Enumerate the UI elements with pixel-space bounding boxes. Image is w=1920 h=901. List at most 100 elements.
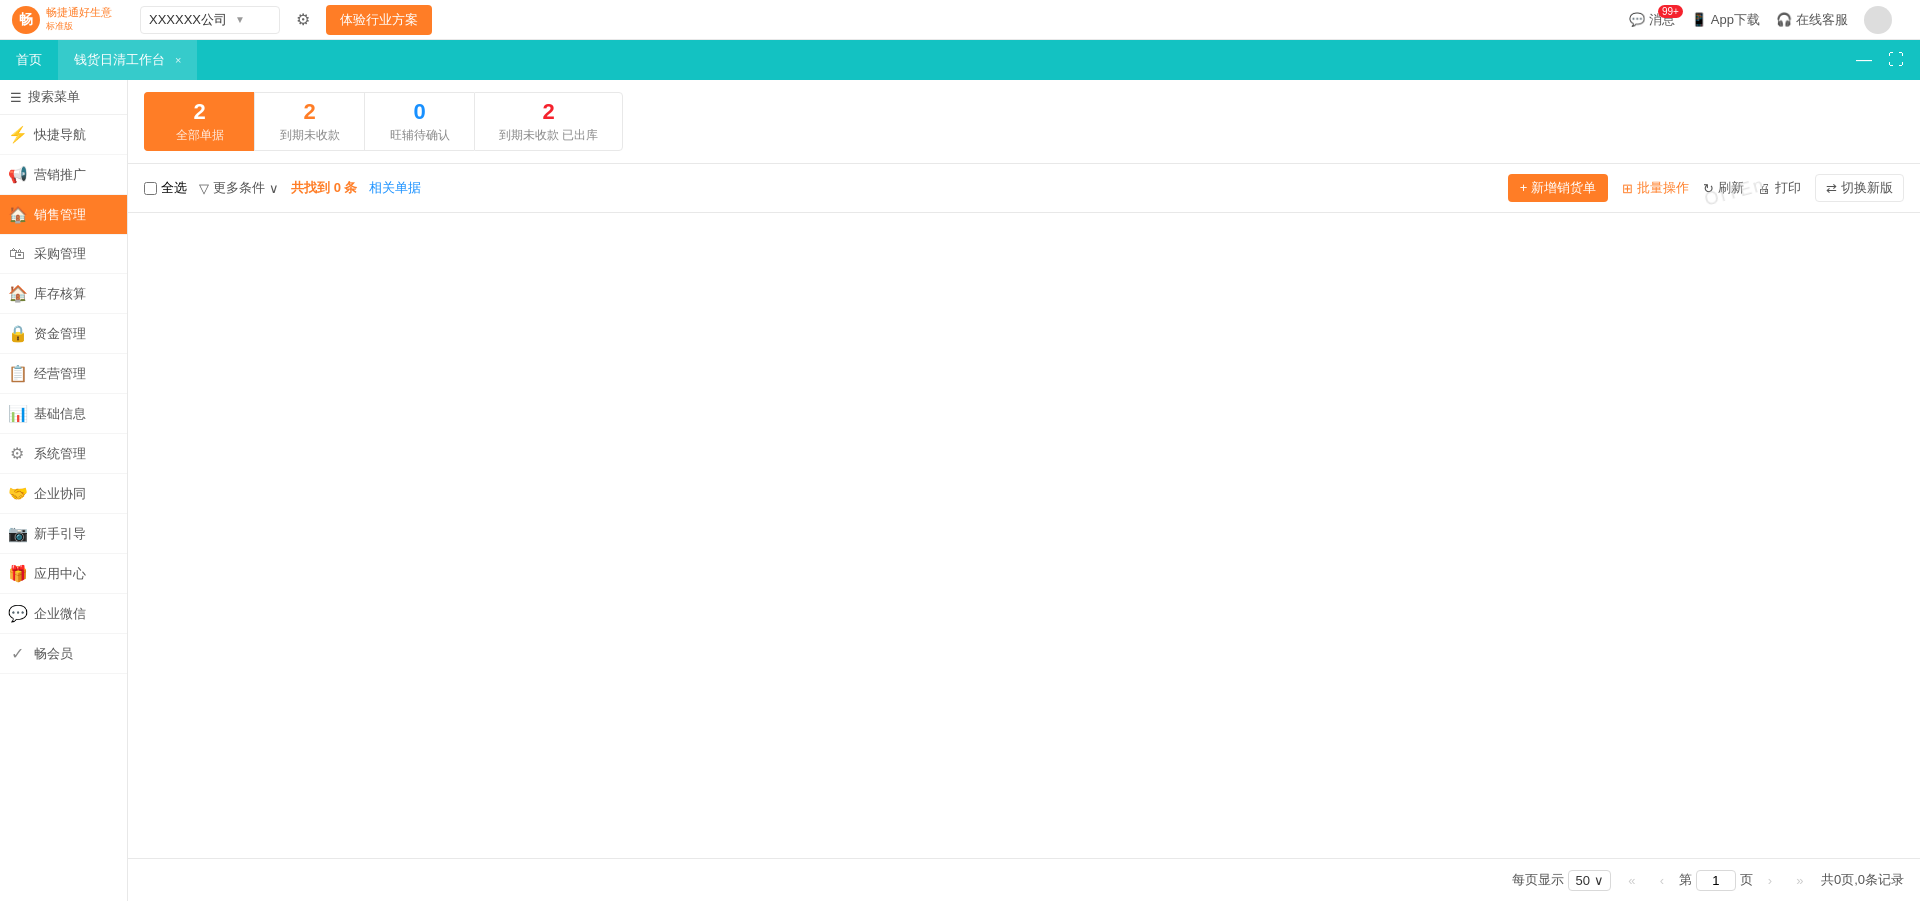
trial-button[interactable]: 体验行业方案	[326, 5, 432, 35]
newbie-label: 新手引导	[34, 525, 86, 543]
sidebar-item-wechat[interactable]: 💬 企业微信	[0, 594, 127, 634]
message-button[interactable]: 💬 消息 99+	[1629, 11, 1675, 29]
per-page-arrow-icon: ∨	[1594, 873, 1604, 888]
batch-icon: ⊞	[1622, 181, 1633, 196]
total-count: 共0页,0条记录	[1821, 871, 1904, 889]
sidebar-item-inventory[interactable]: 🏠 库存核算	[0, 274, 127, 314]
app-center-label: 应用中心	[34, 565, 86, 583]
purchase-label: 采购管理	[34, 245, 86, 263]
found-count: 共找到 0 条	[291, 179, 357, 197]
close-tab-icon[interactable]: ×	[175, 54, 181, 66]
sidebar-search[interactable]: ☰ 搜索菜单	[0, 80, 127, 115]
tab-minimize-button[interactable]: —	[1852, 48, 1876, 72]
wechat-label: 企业微信	[34, 605, 86, 623]
basic-info-label: 基础信息	[34, 405, 86, 423]
found-text: 共找到	[291, 180, 330, 195]
app-icon: 📱	[1691, 12, 1707, 27]
filter-arrow-icon: ∨	[269, 181, 279, 196]
settings-button[interactable]: ⚙	[288, 5, 318, 35]
logo-icon: 畅	[12, 6, 40, 34]
per-page-dropdown[interactable]: 50 ∨	[1568, 870, 1610, 891]
enterprise-icon: 🤝	[8, 484, 26, 503]
related-order-link[interactable]: 相关单据	[369, 179, 421, 197]
new-order-button[interactable]: + 新增销货单	[1508, 174, 1608, 202]
tab-workbench-label: 钱货日清工作台	[74, 51, 165, 69]
logo-area: 畅 畅捷通好生意 标准版	[12, 6, 140, 34]
sidebar-item-member[interactable]: ✓ 畅会员	[0, 634, 127, 674]
search-icon: ☰	[10, 90, 22, 105]
tab-maximize-button[interactable]: ⛶	[1884, 48, 1908, 72]
sidebar-item-app-center[interactable]: 🎁 应用中心	[0, 554, 127, 594]
company-selector[interactable]: XXXXXX公司 ▼	[140, 6, 280, 34]
sidebar-item-marketing[interactable]: 📢 营销推广	[0, 155, 127, 195]
finance-icon: 🔒	[8, 324, 26, 343]
stat-tab-overdue[interactable]: 2 到期未收款	[254, 92, 364, 151]
refresh-icon: ↻	[1703, 181, 1714, 196]
print-icon: 🖨	[1758, 181, 1771, 196]
sales-label: 销售管理	[34, 206, 86, 224]
member-icon: ✓	[8, 644, 26, 663]
sidebar-item-quick-nav[interactable]: ⚡ 快捷导航	[0, 115, 127, 155]
logo-char: 畅	[19, 11, 33, 29]
refresh-button[interactable]: ↻ 刷新	[1703, 179, 1744, 197]
filter-button[interactable]: ▽ 更多条件 ∨	[199, 179, 279, 197]
next-page-button[interactable]: ›	[1757, 867, 1783, 893]
stat-num-overdue: 2	[303, 99, 315, 125]
stat-tab-wangwang[interactable]: 0 旺辅待确认	[364, 92, 474, 151]
tab-home[interactable]: 首页	[0, 40, 58, 80]
sidebar-item-purchase[interactable]: 🛍 采购管理	[0, 235, 127, 274]
last-page-icon: »	[1796, 873, 1803, 888]
marketing-label: 营销推广	[34, 166, 86, 184]
table-area	[128, 213, 1920, 858]
sidebar-item-system[interactable]: ⚙ 系统管理	[0, 434, 127, 474]
sidebar-item-sales[interactable]: 🏠 销售管理	[0, 195, 127, 235]
pagination: 每页显示 50 ∨ « ‹ 第 页 ›	[128, 858, 1920, 901]
sidebar-item-enterprise[interactable]: 🤝 企业协同	[0, 474, 127, 514]
tab-workbench[interactable]: 钱货日清工作台 ×	[58, 40, 197, 80]
logo-line1: 畅捷通好生意	[46, 6, 112, 19]
last-page-button[interactable]: »	[1787, 867, 1813, 893]
finance-label: 资金管理	[34, 325, 86, 343]
stat-label-wangwang: 旺辅待确认	[390, 127, 450, 144]
sidebar-item-basic-info[interactable]: 📊 基础信息	[0, 394, 127, 434]
prev-page-button[interactable]: ‹	[1649, 867, 1675, 893]
per-page-label: 每页显示	[1512, 871, 1564, 889]
top-right: 💬 消息 99+ 📱 App下载 🎧 在线客服	[1629, 6, 1908, 34]
next-page-icon: ›	[1768, 873, 1772, 888]
enterprise-label: 企业协同	[34, 485, 86, 503]
page-input[interactable]	[1696, 870, 1736, 891]
stat-tab-unshipped[interactable]: 2 到期未收款 已出库	[474, 92, 623, 151]
sidebar-item-newbie[interactable]: 📷 新手引导	[0, 514, 127, 554]
select-all-label: 全选	[161, 179, 187, 197]
checkbox-input[interactable]	[144, 182, 157, 195]
top-bar: 畅 畅捷通好生意 标准版 XXXXXX公司 ▼ ⚙ 体验行业方案 💬 消息 99…	[0, 0, 1920, 40]
message-badge: 99+	[1658, 5, 1683, 18]
tab-bar-actions: — ⛶	[1852, 48, 1920, 72]
system-label: 系统管理	[34, 445, 86, 463]
basic-info-icon: 📊	[8, 404, 26, 423]
tab-bar: 首页 钱货日清工作台 × — ⛶	[0, 40, 1920, 80]
wechat-icon: 💬	[8, 604, 26, 623]
company-name: XXXXXX公司	[149, 11, 227, 29]
print-button[interactable]: 🖨 打印	[1758, 179, 1801, 197]
first-page-button[interactable]: «	[1619, 867, 1645, 893]
sidebar-item-operations[interactable]: 📋 经营管理	[0, 354, 127, 394]
select-all-checkbox[interactable]: 全选	[144, 179, 187, 197]
batch-op-button[interactable]: ⊞ 批量操作	[1622, 179, 1689, 197]
sidebar-item-finance[interactable]: 🔒 资金管理	[0, 314, 127, 354]
system-icon: ⚙	[8, 444, 26, 463]
purchase-icon: 🛍	[8, 245, 26, 263]
online-service-button[interactable]: 🎧 在线客服	[1776, 11, 1848, 29]
inventory-label: 库存核算	[34, 285, 86, 303]
company-dropdown-arrow: ▼	[235, 14, 245, 25]
stat-label-unshipped: 到期未收款 已出库	[499, 127, 598, 144]
page-nav: « ‹ 第 页 › »	[1619, 867, 1813, 893]
stat-tab-all[interactable]: 2 全部单据	[144, 92, 254, 151]
app-download-button[interactable]: 📱 App下载	[1691, 11, 1760, 29]
message-icon: 💬	[1629, 12, 1645, 27]
switch-version-button[interactable]: ⇄ 切换新版	[1815, 174, 1904, 202]
app-center-icon: 🎁	[8, 564, 26, 583]
logo-line2: 标准版	[46, 20, 112, 33]
avatar[interactable]	[1864, 6, 1892, 34]
per-page-value: 50	[1575, 873, 1589, 888]
